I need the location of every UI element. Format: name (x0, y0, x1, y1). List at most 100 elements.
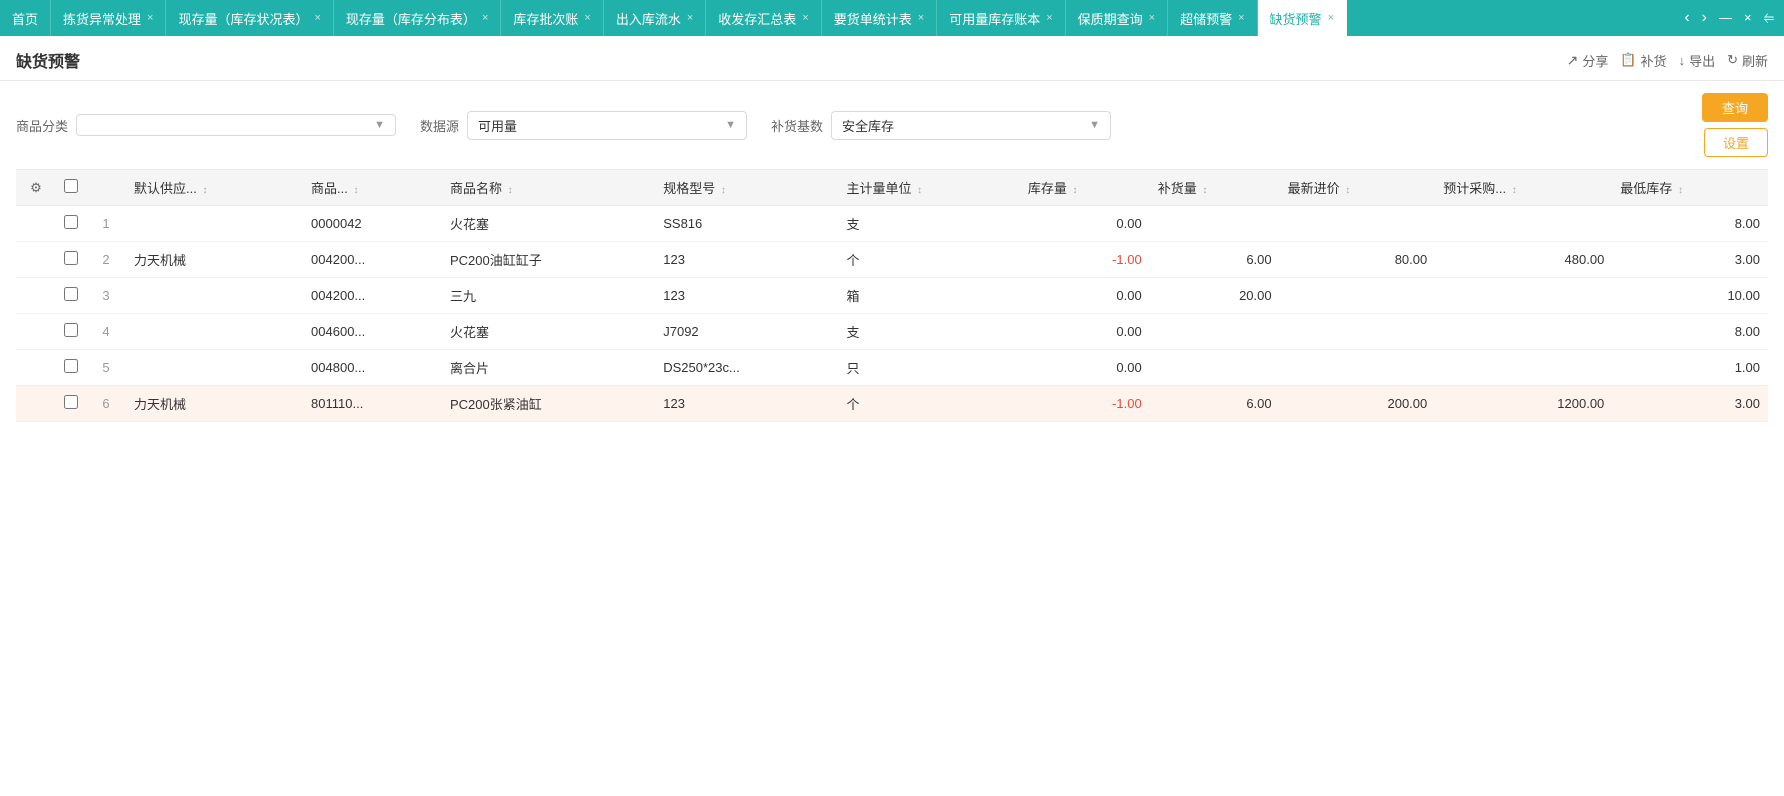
row-checkbox-0[interactable] (64, 215, 78, 229)
category-label: 商品分类 (16, 116, 68, 135)
row-checkbox-1[interactable] (64, 251, 78, 265)
tab-close-10[interactable]: × (1238, 12, 1244, 24)
row-product-name: PC200张紧油缸 (442, 386, 655, 422)
row-restock: 20.00 (1150, 278, 1280, 314)
tab-close-9[interactable]: × (1149, 12, 1155, 24)
tab-close-2[interactable]: × (314, 12, 320, 24)
tab-next-button[interactable]: › (1696, 0, 1713, 36)
tab-close-8[interactable]: × (1046, 12, 1052, 24)
tab-label-2: 现存量（库存状况表） (178, 9, 308, 28)
tab-close-6[interactable]: × (802, 12, 808, 24)
share-icon: ↗ (1567, 52, 1579, 69)
share-button[interactable]: ↗ 分享 (1567, 51, 1609, 70)
row-gear-cell (16, 350, 56, 386)
tab-item-8[interactable]: 可用量库存账本× (937, 0, 1065, 36)
row-checkbox-cell (56, 386, 86, 422)
tab-item-5[interactable]: 出入库流水 × (604, 0, 706, 36)
query-button[interactable]: 查询 (1702, 93, 1768, 122)
row-checkbox-2[interactable] (64, 287, 78, 301)
tab-item-11[interactable]: 缺货预警× (1258, 0, 1347, 36)
tab-label-4: 库存批次账 (513, 9, 578, 28)
row-gear-cell (16, 278, 56, 314)
col-latest-price: 最新进价 ↕ (1280, 170, 1436, 206)
datasource-select[interactable]: 可用量 ▼ (467, 111, 747, 140)
settings-gear-icon[interactable]: ⚙ (30, 180, 42, 195)
row-number: 1 (86, 206, 126, 242)
tab-close-3[interactable]: × (482, 12, 488, 24)
refresh-button[interactable]: ↻ 刷新 (1727, 51, 1768, 70)
row-code: 004600... (303, 314, 442, 350)
col-supplier-sort-icon[interactable]: ↕ (202, 185, 207, 196)
restock-base-select[interactable]: 安全库存 ▼ (831, 111, 1111, 140)
tab-label-5: 出入库流水 (616, 9, 681, 28)
tab-label-9: 保质期查询 (1078, 9, 1143, 28)
tab-close-11[interactable]: × (1328, 12, 1334, 24)
export-button[interactable]: ↓ 导出 (1679, 51, 1716, 70)
tab-item-9[interactable]: 保质期查询 × (1066, 0, 1168, 36)
col-latest-price-sort-icon[interactable]: ↕ (1345, 185, 1350, 196)
col-spec-label: 规格型号 (663, 181, 715, 196)
row-product-name: 火花塞 (442, 206, 655, 242)
row-unit: 个 (839, 242, 1020, 278)
restock-button[interactable]: 📋 补货 (1620, 51, 1666, 70)
row-checkbox-cell (56, 314, 86, 350)
row-product-name: 三九 (442, 278, 655, 314)
row-checkbox-5[interactable] (64, 395, 78, 409)
table-row: 3004200...三九123箱0.0020.0010.00 (16, 278, 1768, 314)
col-est-purchase-sort-icon[interactable]: ↕ (1512, 185, 1517, 196)
tab-close-7[interactable]: × (918, 12, 924, 24)
row-est-purchase: 1200.00 (1435, 386, 1612, 422)
row-checkbox-cell (56, 206, 86, 242)
row-est-purchase (1435, 314, 1612, 350)
tab-close-4[interactable]: × (584, 12, 590, 24)
row-checkbox-4[interactable] (64, 359, 78, 373)
row-checkbox-cell (56, 350, 86, 386)
col-checkbox (56, 170, 86, 206)
row-code: 801110... (303, 386, 442, 422)
tab-fullscreen-button[interactable]: ⥢ (1758, 0, 1780, 36)
col-code-label: 商品... (311, 181, 348, 196)
tab-nav-buttons: ‹ › — × ⥢ (1674, 0, 1784, 36)
row-supplier (126, 278, 303, 314)
col-restock-sort-icon[interactable]: ↕ (1202, 185, 1207, 196)
tab-item-0[interactable]: 首页 (0, 0, 51, 36)
col-stock-sort-icon[interactable]: ↕ (1072, 185, 1077, 196)
tab-item-4[interactable]: 库存批次账 × (501, 0, 603, 36)
tab-prev-button[interactable]: ‹ (1678, 0, 1695, 36)
tab-item-6[interactable]: 收发存汇总表× (706, 0, 821, 36)
row-code: 004200... (303, 242, 442, 278)
row-min-stock: 8.00 (1612, 314, 1768, 350)
row-spec: J7092 (655, 314, 838, 350)
row-supplier: 力天机械 (126, 242, 303, 278)
col-latest-price-label: 最新进价 (1288, 181, 1340, 196)
row-number: 3 (86, 278, 126, 314)
col-code: 商品... ↕ (303, 170, 442, 206)
col-min-stock-sort-icon[interactable]: ↕ (1678, 185, 1683, 196)
restock-label: 补货 (1641, 51, 1667, 70)
refresh-label: 刷新 (1742, 51, 1768, 70)
row-gear-cell (16, 386, 56, 422)
col-spec-sort-icon[interactable]: ↕ (721, 185, 726, 196)
table-row: 10000042火花塞SS816支0.008.00 (16, 206, 1768, 242)
tab-item-2[interactable]: 现存量（库存状况表） × (166, 0, 333, 36)
tab-minimize-button[interactable]: — (1713, 0, 1738, 36)
col-code-sort-icon[interactable]: ↕ (354, 185, 359, 196)
category-select[interactable]: ▼ (76, 114, 396, 136)
col-unit-sort-icon[interactable]: ↕ (917, 185, 922, 196)
refresh-icon: ↻ (1727, 52, 1738, 68)
table-header-row: ⚙ 默认供应... ↕ 商品... ↕ 商品名称 (16, 170, 1768, 206)
tab-item-7[interactable]: 要货单统计表× (822, 0, 937, 36)
row-checkbox-3[interactable] (64, 323, 78, 337)
row-stock: 0.00 (1020, 350, 1150, 386)
tab-item-3[interactable]: 现存量（库存分布表）× (334, 0, 501, 36)
select-all-checkbox[interactable] (64, 179, 78, 193)
tab-close-button[interactable]: × (1738, 0, 1758, 36)
tab-close-1[interactable]: × (147, 12, 153, 24)
tab-item-10[interactable]: 超储预警× (1168, 0, 1257, 36)
col-gear[interactable]: ⚙ (16, 170, 56, 206)
col-name-sort-icon[interactable]: ↕ (508, 185, 513, 196)
settings-button[interactable]: 设置 (1704, 128, 1768, 157)
tab-close-5[interactable]: × (687, 12, 693, 24)
tab-item-1[interactable]: 拣货异常处理× (51, 0, 166, 36)
table-row: 2力天机械004200...PC200油缸缸子123个-1.006.0080.0… (16, 242, 1768, 278)
